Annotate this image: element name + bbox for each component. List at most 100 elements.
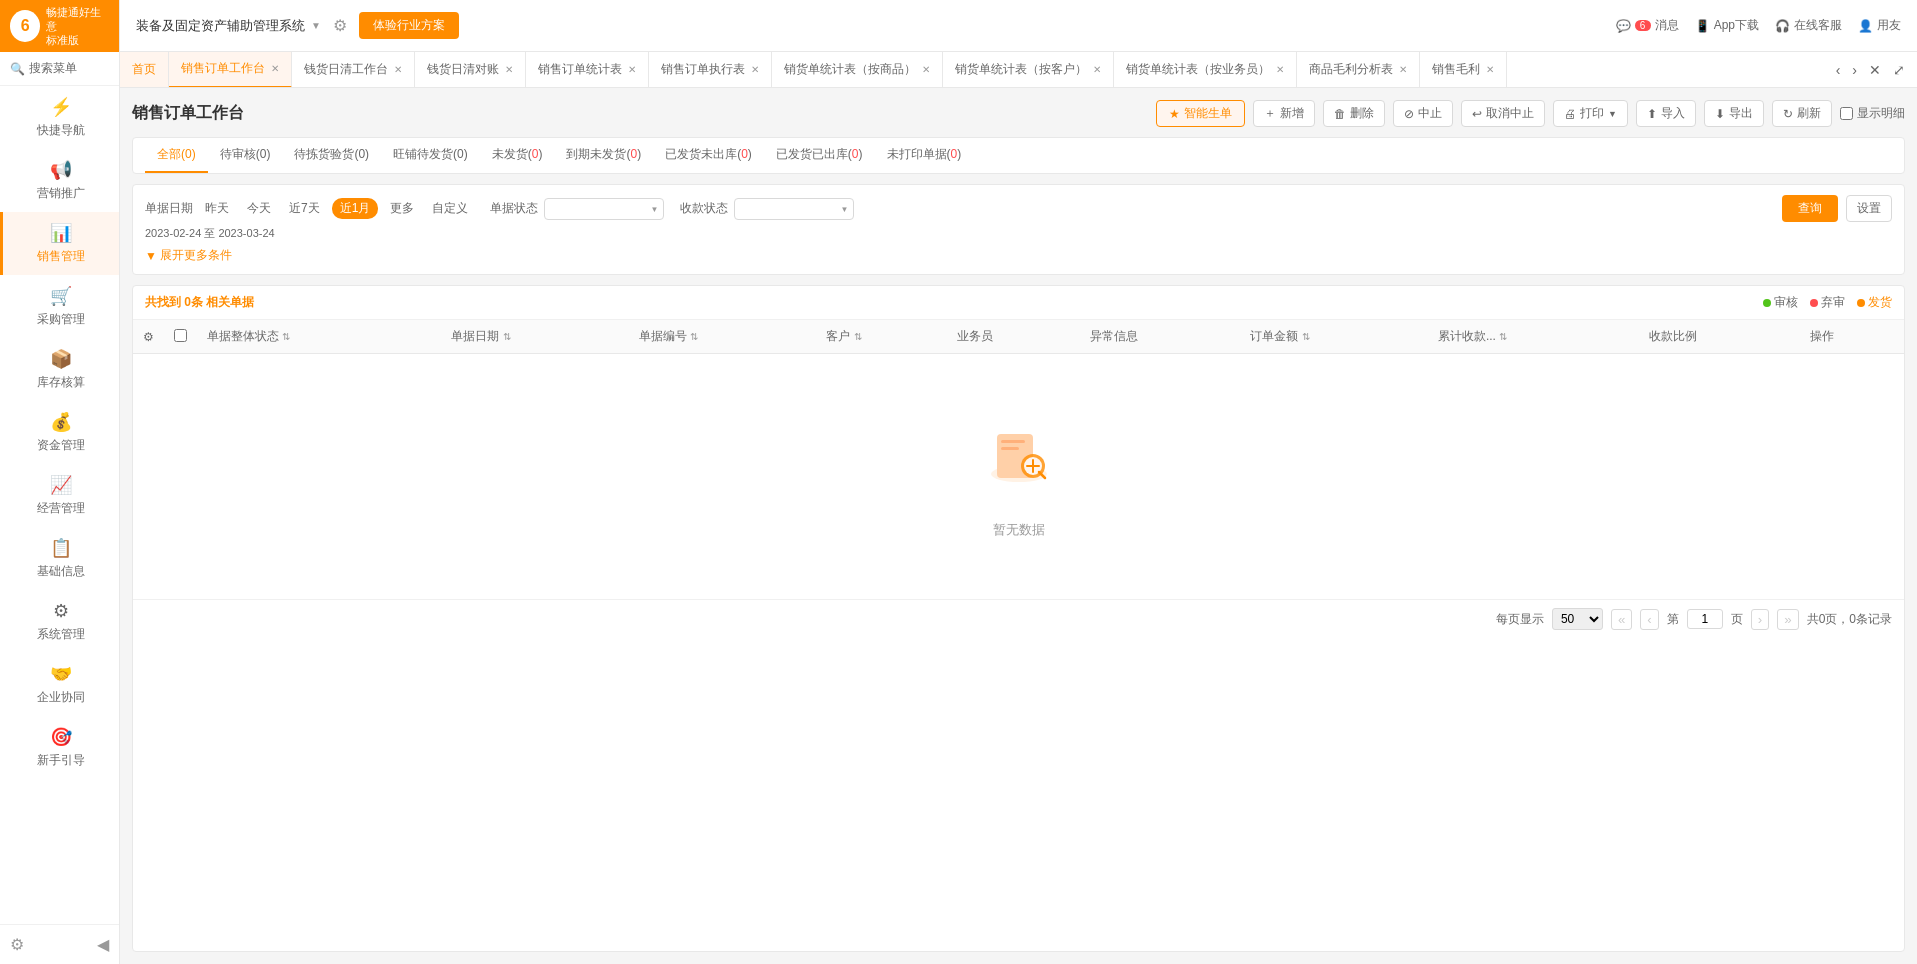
smart-generate-btn[interactable]: ★ 智能生单: [1156, 100, 1245, 127]
tab-cash-daily[interactable]: 钱货日清工作台✕: [292, 52, 415, 88]
cancel-stop-btn[interactable]: ↩ 取消中止: [1461, 100, 1545, 127]
topbar-title: 装备及固定资产辅助管理系统 ▼: [136, 17, 321, 35]
add-btn[interactable]: ＋ 新增: [1253, 100, 1315, 127]
sidebar-item-enterprise[interactable]: 🤝企业协同: [0, 653, 119, 716]
tab-sales-stat[interactable]: 销售订单统计表✕: [526, 52, 649, 88]
date-option-昨天[interactable]: 昨天: [199, 198, 235, 219]
bill-status-select[interactable]: [544, 198, 664, 220]
refresh-icon: ↻: [1783, 107, 1793, 121]
sort-bill-status-icon[interactable]: ⇅: [282, 331, 290, 342]
export-btn[interactable]: ⬇ 导出: [1704, 100, 1764, 127]
sidebar-item-sales[interactable]: 📊销售管理: [0, 212, 119, 275]
tab-scroll-left-btn[interactable]: ‹: [1832, 60, 1845, 80]
subtab-not-shipped[interactable]: 未发货(0): [480, 138, 555, 173]
refresh-btn[interactable]: ↻ 刷新: [1772, 100, 1832, 127]
subtab-shipped-stocked[interactable]: 已发货已出库(0): [764, 138, 875, 173]
tab-close-sales-stat[interactable]: ✕: [628, 64, 636, 75]
import-btn[interactable]: ⬆ 导入: [1636, 100, 1696, 127]
column-settings-icon[interactable]: ⚙: [143, 330, 154, 344]
sidebar-item-system[interactable]: ⚙系统管理: [0, 590, 119, 653]
date-option-今天[interactable]: 今天: [241, 198, 277, 219]
tab-sales-summary-customer[interactable]: 销货单统计表（按客户）✕: [943, 52, 1114, 88]
sort-order-amount-icon[interactable]: ⇅: [1302, 331, 1310, 342]
sort-customer-icon[interactable]: ⇅: [854, 331, 862, 342]
sidebar-item-quick-nav[interactable]: ⚡快捷导航: [0, 86, 119, 149]
tab-sales-summary-staff[interactable]: 销货单统计表（按业务员）✕: [1114, 52, 1297, 88]
tab-sales-workbench[interactable]: 销售订单工作台✕: [169, 52, 292, 88]
tab-cash-reconcile[interactable]: 钱货日清对账✕: [415, 52, 526, 88]
sort-bill-date-icon[interactable]: ⇅: [503, 331, 511, 342]
select-all-checkbox[interactable]: [174, 329, 187, 342]
tab-close-product-margin[interactable]: ✕: [1399, 64, 1407, 75]
industry-btn[interactable]: 体验行业方案: [359, 12, 459, 39]
subtab-not-printed[interactable]: 未打印单据(0): [875, 138, 974, 173]
per-page-select[interactable]: 102050100: [1552, 608, 1603, 630]
sort-bill-no-icon[interactable]: ⇅: [690, 331, 698, 342]
user-btn[interactable]: 👤 用友: [1858, 17, 1901, 34]
sidebar-item-label: 系统管理: [37, 626, 85, 643]
sidebar-item-purchase[interactable]: 🛒采购管理: [0, 275, 119, 338]
date-option-近7天[interactable]: 近7天: [283, 198, 326, 219]
sort-cumulative-icon[interactable]: ⇅: [1499, 331, 1507, 342]
tab-close-sales-profit[interactable]: ✕: [1486, 64, 1494, 75]
sidebar-item-marketing[interactable]: 📢营销推广: [0, 149, 119, 212]
online-service-btn[interactable]: 🎧 在线客服: [1775, 17, 1842, 34]
sidebar-item-guide[interactable]: 🎯新手引导: [0, 716, 119, 779]
expand-filter-btn[interactable]: ▼ 展开更多条件: [145, 247, 1892, 264]
import-icon: ⬆: [1647, 107, 1657, 121]
tab-home[interactable]: 首页: [120, 52, 169, 88]
subtab-overdue-not-shipped[interactable]: 到期未发货(0): [554, 138, 653, 173]
cancel-audit-btn[interactable]: 弃审: [1810, 294, 1845, 311]
subtab-pending-inspect[interactable]: 待拣货验货(0): [282, 138, 381, 173]
topbar-gear-icon[interactable]: ⚙: [333, 16, 347, 35]
search-menu[interactable]: 🔍 搜索菜单: [0, 52, 119, 86]
prev-page-btn[interactable]: ‹: [1640, 609, 1658, 630]
tab-fullscreen-btn[interactable]: ⤢: [1889, 60, 1909, 80]
tab-product-margin[interactable]: 商品毛利分析表✕: [1297, 52, 1420, 88]
settings-icon[interactable]: ⚙: [10, 935, 24, 954]
tab-close-sales-summary-staff[interactable]: ✕: [1276, 64, 1284, 75]
tab-close-sales-workbench[interactable]: ✕: [271, 63, 279, 74]
show-detail-label[interactable]: 显示明细: [1840, 105, 1905, 122]
sidebar-item-finance[interactable]: 💰资金管理: [0, 401, 119, 464]
last-page-btn[interactable]: »: [1777, 609, 1798, 630]
page-input[interactable]: [1687, 609, 1723, 629]
tab-sales-summary-product[interactable]: 销货单统计表（按商品）✕: [772, 52, 943, 88]
show-detail-checkbox[interactable]: [1840, 107, 1853, 120]
topbar-dropdown-arrow[interactable]: ▼: [311, 20, 321, 31]
tab-scroll-right-btn[interactable]: ›: [1848, 60, 1861, 80]
sidebar-item-operations[interactable]: 📈经营管理: [0, 464, 119, 527]
app-download-btn[interactable]: 📱 App下载: [1695, 17, 1759, 34]
print-btn[interactable]: 🖨 打印 ▼: [1553, 100, 1628, 127]
tab-close-sales-exec[interactable]: ✕: [751, 64, 759, 75]
tab-close-all-btn[interactable]: ✕: [1865, 60, 1885, 80]
tab-close-cash-daily[interactable]: ✕: [394, 64, 402, 75]
date-option-近1月[interactable]: 近1月: [332, 198, 379, 219]
subtab-wangpu-pending-ship[interactable]: 旺铺待发货(0): [381, 138, 480, 173]
sidebar-item-inventory[interactable]: 📦库存核算: [0, 338, 119, 401]
sidebar-item-basic-info[interactable]: 📋基础信息: [0, 527, 119, 590]
audit-btn[interactable]: 审核: [1763, 294, 1798, 311]
tab-close-cash-reconcile[interactable]: ✕: [505, 64, 513, 75]
tab-sales-exec[interactable]: 销售订单执行表✕: [649, 52, 772, 88]
subtab-pending-review[interactable]: 待审核(0): [208, 138, 283, 173]
tab-close-sales-summary-customer[interactable]: ✕: [1093, 64, 1101, 75]
tab-close-sales-summary-product[interactable]: ✕: [922, 64, 930, 75]
delete-btn[interactable]: 🗑 删除: [1323, 100, 1385, 127]
next-page-btn[interactable]: ›: [1751, 609, 1769, 630]
settings-filter-btn[interactable]: 设置: [1846, 195, 1892, 222]
collapse-icon[interactable]: ◀: [97, 935, 109, 954]
first-page-btn[interactable]: «: [1611, 609, 1632, 630]
query-btn[interactable]: 查询: [1782, 195, 1838, 222]
date-option-自定义[interactable]: 自定义: [426, 198, 474, 219]
subtab-shipped-not-stocked[interactable]: 已发货未出库(0): [653, 138, 764, 173]
subtab-label: 未打印单据(0): [887, 147, 962, 161]
tab-sales-profit[interactable]: 销售毛利✕: [1420, 52, 1507, 88]
date-option-更多[interactable]: 更多: [384, 198, 420, 219]
subtab-all[interactable]: 全部(0): [145, 138, 208, 173]
message-btn[interactable]: 💬 6 消息: [1616, 17, 1679, 34]
stop-btn[interactable]: ⊘ 中止: [1393, 100, 1453, 127]
payment-status-select[interactable]: [734, 198, 854, 220]
ship-btn[interactable]: 发货: [1857, 294, 1892, 311]
sidebar-item-label: 销售管理: [37, 248, 85, 265]
